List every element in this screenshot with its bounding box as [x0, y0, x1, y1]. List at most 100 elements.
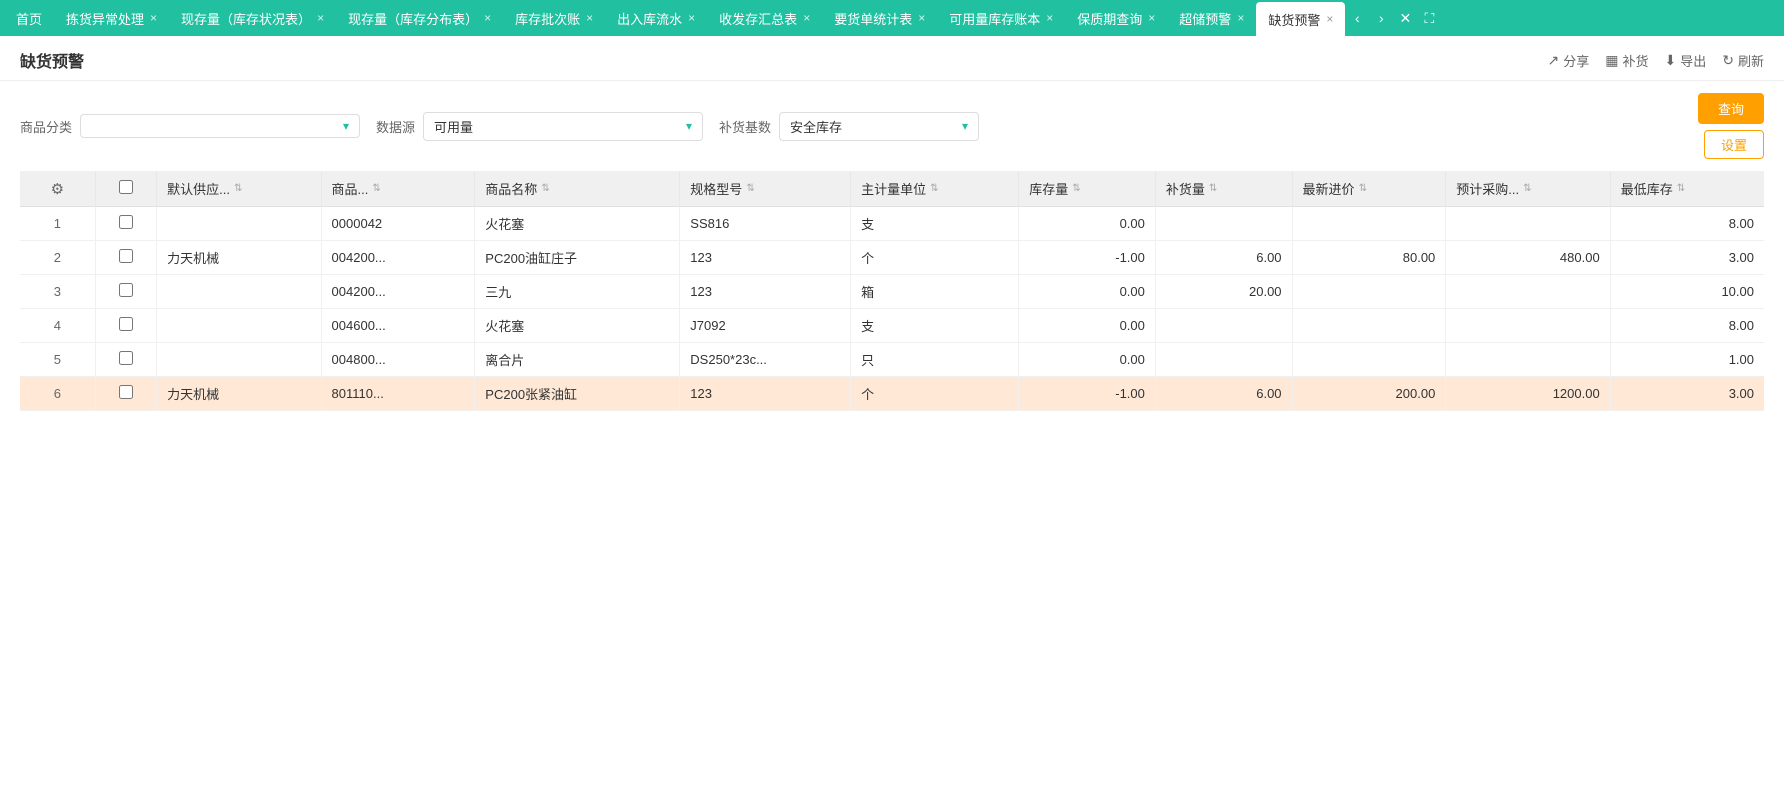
filter-category-select[interactable]: ▾	[80, 114, 360, 138]
cell-supplier	[157, 207, 321, 241]
tab-close-shortage[interactable]: ×	[1326, 12, 1333, 26]
cell-name: 三九	[475, 275, 680, 309]
tab-close-order-stats[interactable]: ×	[918, 11, 925, 25]
tab-close-inventory-dist[interactable]: ×	[484, 11, 491, 25]
export-icon: ⬇	[1665, 52, 1677, 69]
cell-checkbox	[95, 241, 157, 275]
filter-category-label: 商品分类	[20, 117, 72, 136]
tab-batch-account[interactable]: 库存批次账 ×	[503, 0, 605, 36]
refresh-action[interactable]: ↻ 刷新	[1722, 51, 1764, 70]
cell-min-stock: 8.00	[1610, 207, 1764, 241]
cell-stock: -1.00	[1019, 377, 1156, 411]
refresh-icon: ↻	[1722, 52, 1734, 69]
share-action[interactable]: ↗ 分享	[1548, 51, 1590, 70]
filter-category-group: 商品分类 ▾	[20, 114, 360, 138]
tab-nav-next[interactable]: ›	[1369, 6, 1393, 30]
replenish-action[interactable]: ▦ 补货	[1605, 51, 1648, 70]
th-latest-price-sort[interactable]: 最新进价 ⇅	[1303, 179, 1436, 198]
tab-nav-close[interactable]: ✕	[1393, 6, 1417, 30]
cell-min-stock: 3.00	[1610, 241, 1764, 275]
cell-checkbox	[95, 275, 157, 309]
tab-inventory-status[interactable]: 现存量（库存状况表） ×	[169, 0, 336, 36]
tab-nav-fullscreen[interactable]: ⛶	[1417, 6, 1441, 30]
tab-receive-summary[interactable]: 收发存汇总表 ×	[707, 0, 822, 36]
tab-overstock[interactable]: 超储预警 ×	[1167, 0, 1256, 36]
name-sort-icon: ⇅	[541, 183, 549, 194]
tab-nav-prev[interactable]: ‹	[1345, 6, 1369, 30]
tab-close-in-out-flow[interactable]: ×	[688, 11, 695, 25]
gear-icon[interactable]: ⚙	[51, 181, 64, 198]
th-code-sort[interactable]: 商品... ⇅	[332, 179, 465, 198]
supplier-sort-icon: ⇅	[234, 183, 242, 194]
tab-close-abnormal[interactable]: ×	[150, 11, 157, 25]
row-checkbox-5[interactable]	[119, 385, 133, 399]
tab-in-out-flow[interactable]: 出入库流水 ×	[605, 0, 707, 36]
th-est-purchase: 预计采购... ⇅	[1446, 171, 1610, 207]
tab-close-overstock[interactable]: ×	[1237, 11, 1244, 25]
row-checkbox-3[interactable]	[119, 317, 133, 331]
filter-datasource-group: 数据源 可用量 ▾	[376, 112, 703, 141]
th-spec-sort[interactable]: 规格型号 ⇅	[690, 179, 840, 198]
tab-shortage[interactable]: 缺货预警 ×	[1256, 2, 1345, 36]
cell-unit: 只	[851, 343, 1019, 377]
cell-spec: 123	[680, 377, 851, 411]
tab-available-ledger[interactable]: 可用量库存账本 ×	[937, 0, 1065, 36]
cell-min-stock: 10.00	[1610, 275, 1764, 309]
cell-unit: 个	[851, 377, 1019, 411]
th-spec: 规格型号 ⇅	[680, 171, 851, 207]
data-table: ⚙ 默认供应... ⇅ 商品... ⇅	[20, 171, 1764, 411]
th-stock-sort[interactable]: 库存量 ⇅	[1029, 179, 1145, 198]
export-action[interactable]: ⬇ 导出	[1665, 51, 1707, 70]
th-name-sort[interactable]: 商品名称 ⇅	[485, 179, 669, 198]
filter-datasource-label: 数据源	[376, 117, 415, 136]
cell-spec: J7092	[680, 309, 851, 343]
select-all-checkbox[interactable]	[119, 180, 133, 194]
th-min-stock: 最低库存 ⇅	[1610, 171, 1764, 207]
th-checkbox	[95, 171, 157, 207]
settings-button[interactable]: 设置	[1704, 130, 1764, 159]
tab-close-receive-summary[interactable]: ×	[803, 11, 810, 25]
th-replenish-sort[interactable]: 补货量 ⇅	[1166, 179, 1282, 198]
table-body: 1 0000042 火花塞 SS816 支 0.00 8.00 2 力天机械 0…	[20, 207, 1764, 411]
main-content: 缺货预警 ↗ 分享 ▦ 补货 ⬇ 导出 ↻ 刷新 商品分类	[0, 36, 1784, 796]
th-unit-sort[interactable]: 主计量单位 ⇅	[861, 179, 1008, 198]
row-checkbox-4[interactable]	[119, 351, 133, 365]
table-row: 5 004800... 离合片 DS250*23c... 只 0.00 1.00	[20, 343, 1764, 377]
th-name: 商品名称 ⇅	[475, 171, 680, 207]
row-checkbox-1[interactable]	[119, 249, 133, 263]
th-supplier-sort[interactable]: 默认供应... ⇅	[167, 179, 310, 198]
th-setting: ⚙	[20, 171, 95, 207]
cell-min-stock: 8.00	[1610, 309, 1764, 343]
tab-close-inventory-status[interactable]: ×	[317, 11, 324, 25]
tab-abnormal[interactable]: 拣货异常处理 ×	[54, 0, 169, 36]
table-row: 6 力天机械 801110... PC200张紧油缸 123 个 -1.00 6…	[20, 377, 1764, 411]
tab-close-available-ledger[interactable]: ×	[1046, 11, 1053, 25]
cell-code: 004600...	[321, 309, 475, 343]
filter-replenish-basis-group: 补货基数 安全库存 ▾	[719, 112, 979, 141]
th-min-stock-sort[interactable]: 最低库存 ⇅	[1621, 179, 1754, 198]
filter-replenish-basis-label: 补货基数	[719, 117, 771, 136]
th-est-purchase-sort[interactable]: 预计采购... ⇅	[1456, 179, 1599, 198]
tab-inventory-dist[interactable]: 现存量（库存分布表） ×	[336, 0, 503, 36]
table-row: 3 004200... 三九 123 箱 0.00 20.00 10.00	[20, 275, 1764, 309]
cell-unit: 支	[851, 207, 1019, 241]
tab-close-batch-account[interactable]: ×	[586, 11, 593, 25]
cell-unit: 个	[851, 241, 1019, 275]
row-checkbox-0[interactable]	[119, 215, 133, 229]
latest-price-sort-icon: ⇅	[1359, 183, 1367, 194]
tab-home[interactable]: 首页	[4, 0, 54, 36]
tab-expiry-query[interactable]: 保质期查询 ×	[1065, 0, 1167, 36]
query-button[interactable]: 查询	[1698, 93, 1764, 124]
tab-close-expiry-query[interactable]: ×	[1148, 11, 1155, 25]
cell-num: 3	[20, 275, 95, 309]
row-checkbox-2[interactable]	[119, 283, 133, 297]
filter-actions: 查询 设置	[1698, 93, 1764, 159]
filter-datasource-select[interactable]: 可用量 ▾	[423, 112, 703, 141]
filter-replenish-basis-select[interactable]: 安全库存 ▾	[779, 112, 979, 141]
tab-order-stats[interactable]: 要货单统计表 ×	[822, 0, 937, 36]
th-supplier: 默认供应... ⇅	[157, 171, 321, 207]
page-header: 缺货预警 ↗ 分享 ▦ 补货 ⬇ 导出 ↻ 刷新	[0, 36, 1784, 81]
cell-num: 5	[20, 343, 95, 377]
spec-sort-icon: ⇅	[746, 183, 754, 194]
cell-latest-price	[1292, 343, 1446, 377]
